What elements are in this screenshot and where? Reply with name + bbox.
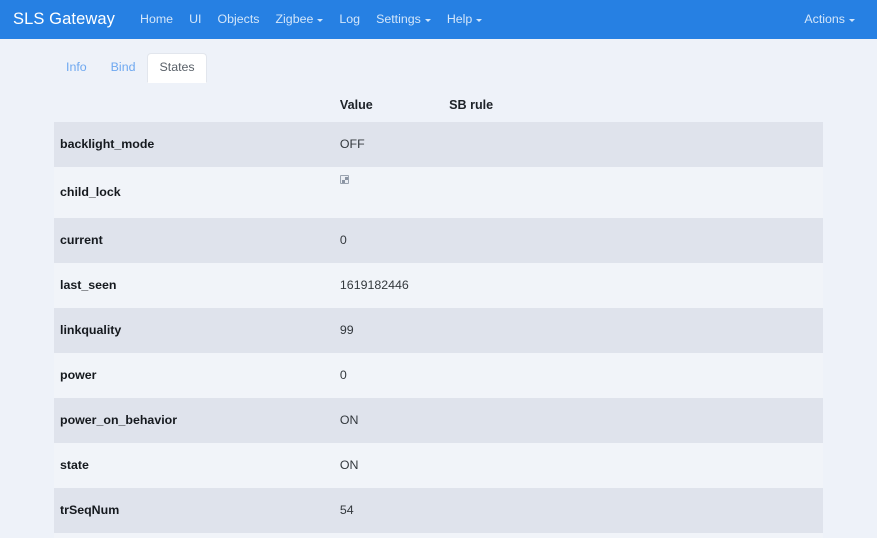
state-value-cell: ON [339,413,359,427]
state-sbrule-cell[interactable] [443,218,823,263]
nav-item-help[interactable]: Help [439,9,490,30]
nav-item-objects[interactable]: Objects [209,9,267,30]
nav-item-label: Zigbee [275,12,314,27]
nav-links: Home UI Objects Zigbee Log Settings Help [132,9,490,30]
table-row[interactable]: linkquality 99 [54,308,823,353]
nav-item-home[interactable]: Home [132,9,181,30]
nav-item-actions[interactable]: Actions [796,9,863,30]
nav-item-log[interactable]: Log [331,9,368,30]
states-table-container: Value SB rule backlight_mode OFF child_loc… [54,91,823,538]
state-value-cell: 1619182446 [339,278,409,292]
tab-bind[interactable]: Bind [99,53,148,83]
state-name-cell: trSeqNum [60,503,120,517]
state-value-cell: 0 [339,368,347,382]
state-sbrule-cell[interactable] [443,398,823,443]
table-row[interactable]: current 0 [54,218,823,263]
state-name-cell: current [60,233,103,247]
state-sbrule-cell[interactable] [443,443,823,488]
state-name-cell: power_on_behavior [60,413,178,427]
table-row[interactable]: last_seen 1619182446 [54,263,823,308]
state-sbrule-cell[interactable] [443,353,823,398]
tab-states[interactable]: States [147,53,207,83]
state-name-cell: child_lock [60,185,121,199]
state-sbrule-cell[interactable] [443,488,823,533]
nav-item-settings[interactable]: Settings [368,9,439,30]
brand-logo[interactable]: SLS Gateway [13,10,115,29]
table-row[interactable]: backlight_mode OFF [54,122,823,167]
state-name-cell: linkquality [60,323,122,337]
chevron-down-icon [476,19,483,22]
table-row[interactable]: state ON [54,443,823,488]
nav-item-actions-label: Actions [804,12,845,27]
state-name-cell: power [60,368,97,382]
table-row[interactable]: child_lock [54,167,823,218]
tab-info[interactable]: Info [54,53,99,83]
page-content: Info Bind States Value SB rule backlight_m… [0,53,877,538]
nav-item-label: Help [446,12,473,27]
state-sbrule-cell[interactable] [443,122,823,167]
table-row[interactable]: trSeqNum 54 [54,488,823,533]
table-row[interactable]: voltage223 [54,533,823,538]
table-row[interactable]: power_on_behavior ON [54,398,823,443]
chevron-down-icon [849,19,855,22]
column-header-name [54,91,334,122]
broken-image-icon [339,175,349,184]
nav-item-label: UI [189,12,202,27]
state-value-cell: 54 [339,503,354,517]
table-header-row: Value SB rule [54,91,823,122]
state-sbrule-cell[interactable] [443,263,823,308]
state-sbrule-cell[interactable] [443,167,823,218]
chevron-down-icon [317,19,324,22]
state-name-cell: last_seen [60,278,117,292]
chevron-down-icon [424,19,431,22]
nav-item-zigbee[interactable]: Zigbee [267,9,331,30]
state-name-cell: state [60,458,89,472]
nav-item-label: Objects [217,12,260,27]
state-name-cell: backlight_mode [60,137,155,151]
states-table-body: backlight_mode OFF child_lockcurrent 0 last_… [54,122,823,538]
top-navbar: SLS Gateway Home UI Objects Zigbee Log Settin… [0,0,877,39]
state-value-cell: 0 [339,233,347,247]
state-sbrule-cell[interactable] [443,533,823,538]
nav-item-label: Log [339,12,361,27]
nav-item-label: Settings [376,12,421,27]
state-name-cell: voltage [54,533,334,538]
state-value-cell [334,167,443,218]
nav-item-ui[interactable]: UI [181,9,209,30]
column-header-rule: SB rule [449,98,494,112]
column-header-value: Value [339,98,373,112]
state-value-cell: 99 [339,323,354,337]
nav-item-label: Home [140,12,174,27]
states-table: Value SB rule backlight_mode OFF child_loc… [54,91,823,538]
tab-bar: Info Bind States [0,53,877,83]
nav-right-section: Actions [796,9,863,30]
table-row[interactable]: power 0 [54,353,823,398]
state-sbrule-cell[interactable] [443,308,823,353]
state-value-cell: OFF [339,137,365,151]
state-value-cell: 223 [334,533,443,538]
state-value-cell: ON [339,458,359,472]
states-table-head: Value SB rule [54,91,823,122]
